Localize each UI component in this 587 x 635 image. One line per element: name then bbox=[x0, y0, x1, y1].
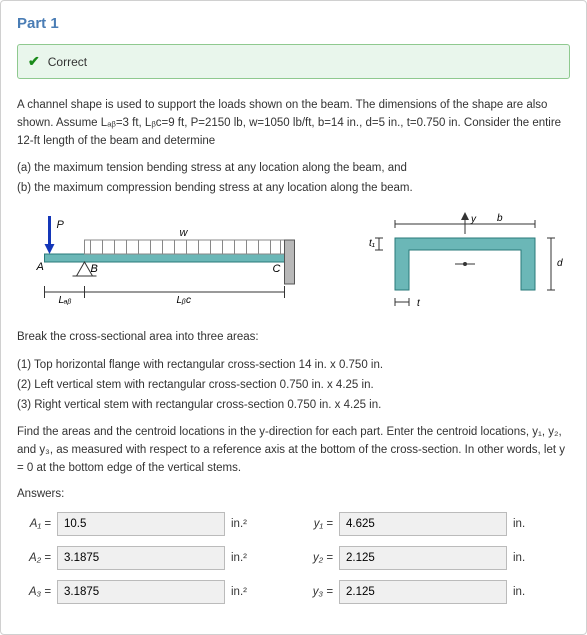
label-t: t bbox=[417, 298, 421, 309]
y2-unit: in. bbox=[513, 552, 565, 564]
y3-input[interactable] bbox=[339, 580, 507, 604]
answer-row-2: A₂ = in.² y₂ = in. bbox=[17, 546, 570, 570]
answers-label: Answers: bbox=[17, 488, 570, 500]
label-LBC: Lᵦc bbox=[177, 295, 192, 306]
y1-var: y₁ = bbox=[289, 518, 333, 530]
a3-unit: in.² bbox=[231, 586, 283, 598]
label-w: w bbox=[180, 227, 189, 239]
status-text: Correct bbox=[48, 55, 87, 69]
y3-var: y₃ = bbox=[289, 586, 333, 598]
label-B: B bbox=[91, 263, 98, 275]
part-title: Part 1 bbox=[17, 15, 570, 32]
y2-var: y₂ = bbox=[289, 552, 333, 564]
instructions: Find the areas and the centroid location… bbox=[17, 424, 570, 477]
cross-section-diagram: b y t₁ d bbox=[360, 210, 570, 313]
y1-unit: in. bbox=[513, 518, 565, 530]
a1-input[interactable] bbox=[57, 512, 225, 536]
label-P: P bbox=[57, 219, 65, 231]
label-t1: t₁ bbox=[369, 238, 375, 249]
label-y: y bbox=[470, 214, 477, 225]
answers-block: Answers: A₁ = in.² y₁ = in. A₂ = in.² y₂… bbox=[17, 488, 570, 604]
a1-unit: in.² bbox=[231, 518, 283, 530]
a1-var: A₁ = bbox=[17, 518, 51, 530]
label-A: A bbox=[36, 261, 44, 273]
problem-qb: (b) the maximum compression bending stre… bbox=[17, 180, 570, 198]
a3-var: A₃ = bbox=[17, 586, 51, 598]
y1-input[interactable] bbox=[339, 512, 507, 536]
problem-qa: (a) the maximum tension bending stress a… bbox=[17, 160, 570, 178]
y2-input[interactable] bbox=[339, 546, 507, 570]
diagrams: P w bbox=[17, 210, 570, 313]
a2-var: A₂ = bbox=[17, 552, 51, 564]
problem-intro: A channel shape is used to support the l… bbox=[17, 97, 570, 150]
list-2: (2) Left vertical stem with rectangular … bbox=[17, 377, 570, 395]
label-LAB: Lₐᵦ bbox=[59, 295, 72, 306]
label-d: d bbox=[557, 258, 563, 269]
label-C: C bbox=[273, 263, 281, 275]
list-1: (1) Top horizontal flange with rectangul… bbox=[17, 357, 570, 375]
a2-input[interactable] bbox=[57, 546, 225, 570]
answer-row-1: A₁ = in.² y₁ = in. bbox=[17, 512, 570, 536]
check-icon: ✔ bbox=[28, 53, 40, 70]
answer-row-3: A₃ = in.² y₃ = in. bbox=[17, 580, 570, 604]
break-heading: Break the cross-sectional area into thre… bbox=[17, 329, 570, 347]
part-card: Part 1 ✔ Correct A channel shape is used… bbox=[0, 0, 587, 635]
a2-unit: in.² bbox=[231, 552, 283, 564]
status-bar: ✔ Correct bbox=[17, 44, 570, 79]
label-b: b bbox=[497, 213, 503, 224]
a3-input[interactable] bbox=[57, 580, 225, 604]
list-3: (3) Right vertical stem with rectangular… bbox=[17, 397, 570, 415]
beam-diagram: P w bbox=[17, 210, 332, 313]
y3-unit: in. bbox=[513, 586, 565, 598]
